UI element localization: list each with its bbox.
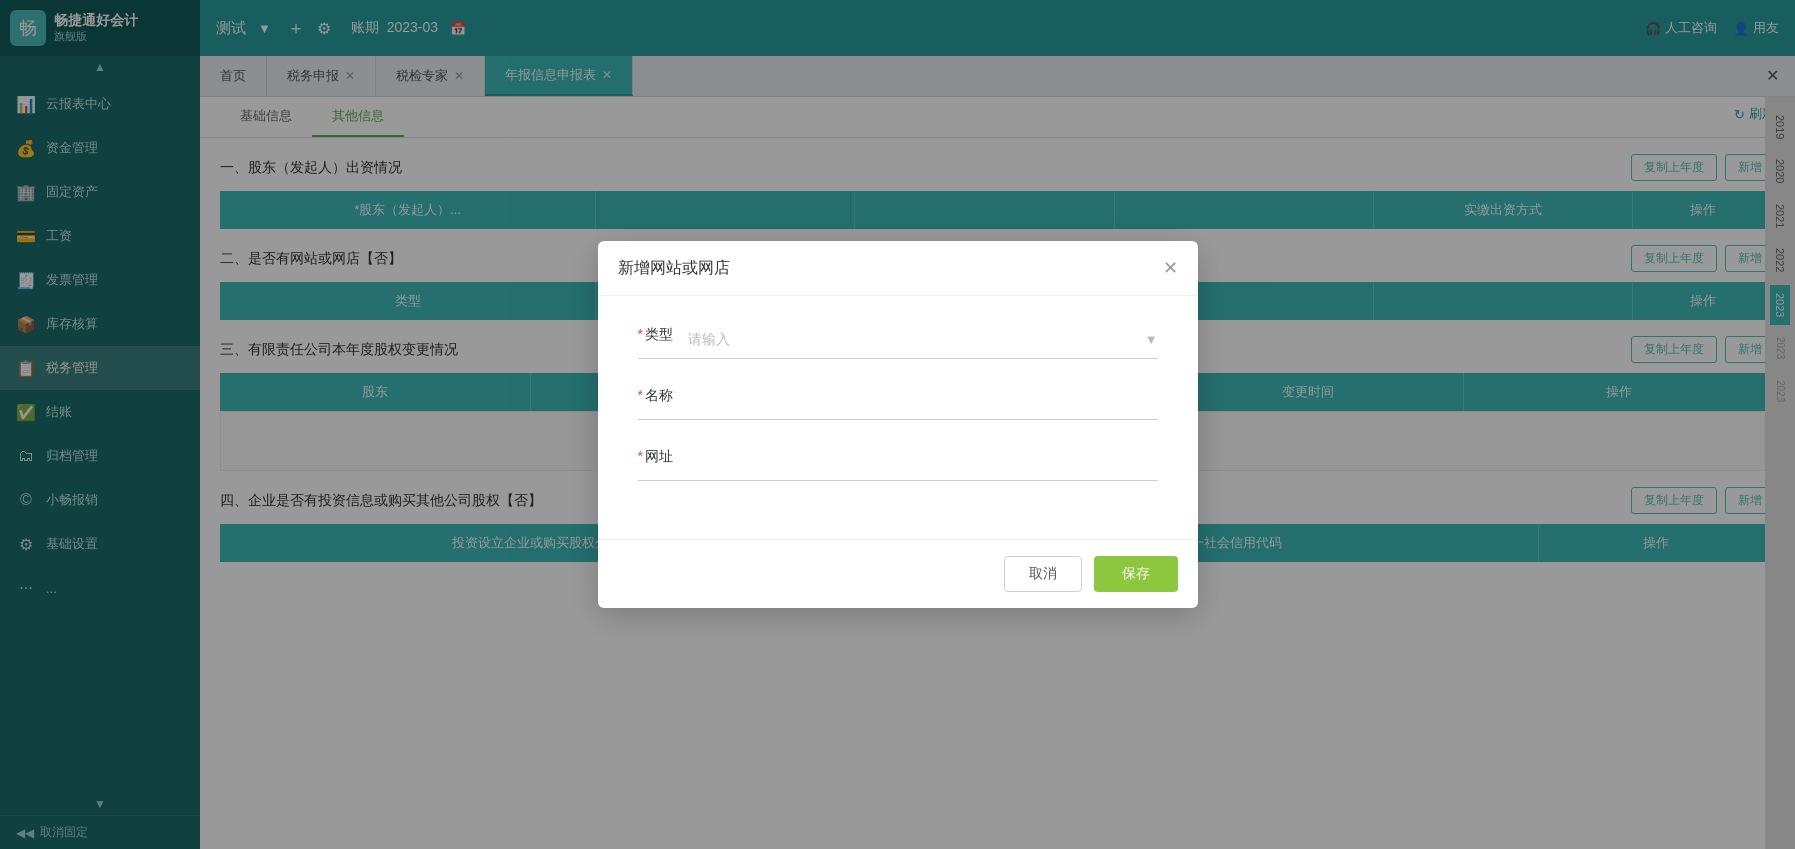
type-required-mark: * bbox=[638, 326, 643, 342]
name-label: *名称 bbox=[638, 387, 673, 405]
modal-title: 新增网站或网店 bbox=[618, 258, 730, 279]
modal-add-website: 新增网站或网店 ✕ *类型 ▼ *名称 bbox=[598, 241, 1198, 608]
type-input[interactable] bbox=[688, 331, 1144, 347]
type-input-row: *类型 ▼ bbox=[638, 326, 1158, 359]
form-row-url: *网址 bbox=[638, 448, 1158, 481]
name-input[interactable] bbox=[688, 392, 1157, 408]
type-dropdown-icon[interactable]: ▼ bbox=[1145, 332, 1158, 347]
form-row-name: *名称 bbox=[638, 387, 1158, 420]
url-label: *网址 bbox=[638, 448, 673, 466]
form-row-type: *类型 ▼ bbox=[638, 326, 1158, 359]
url-input-row: *网址 bbox=[638, 448, 1158, 481]
name-input-row: *名称 bbox=[638, 387, 1158, 420]
modal-body: *类型 ▼ *名称 bbox=[598, 296, 1198, 539]
save-button[interactable]: 保存 bbox=[1094, 556, 1178, 592]
modal-footer: 取消 保存 bbox=[598, 539, 1198, 608]
modal-header: 新增网站或网店 ✕ bbox=[598, 241, 1198, 296]
modal-overlay[interactable]: 新增网站或网店 ✕ *类型 ▼ *名称 bbox=[0, 0, 1795, 849]
type-label: *类型 bbox=[638, 326, 673, 344]
url-input[interactable] bbox=[688, 453, 1157, 469]
cancel-button[interactable]: 取消 bbox=[1004, 556, 1082, 592]
url-required-mark: * bbox=[638, 448, 643, 464]
modal-close-button[interactable]: ✕ bbox=[1163, 257, 1178, 279]
name-required-mark: * bbox=[638, 387, 643, 403]
